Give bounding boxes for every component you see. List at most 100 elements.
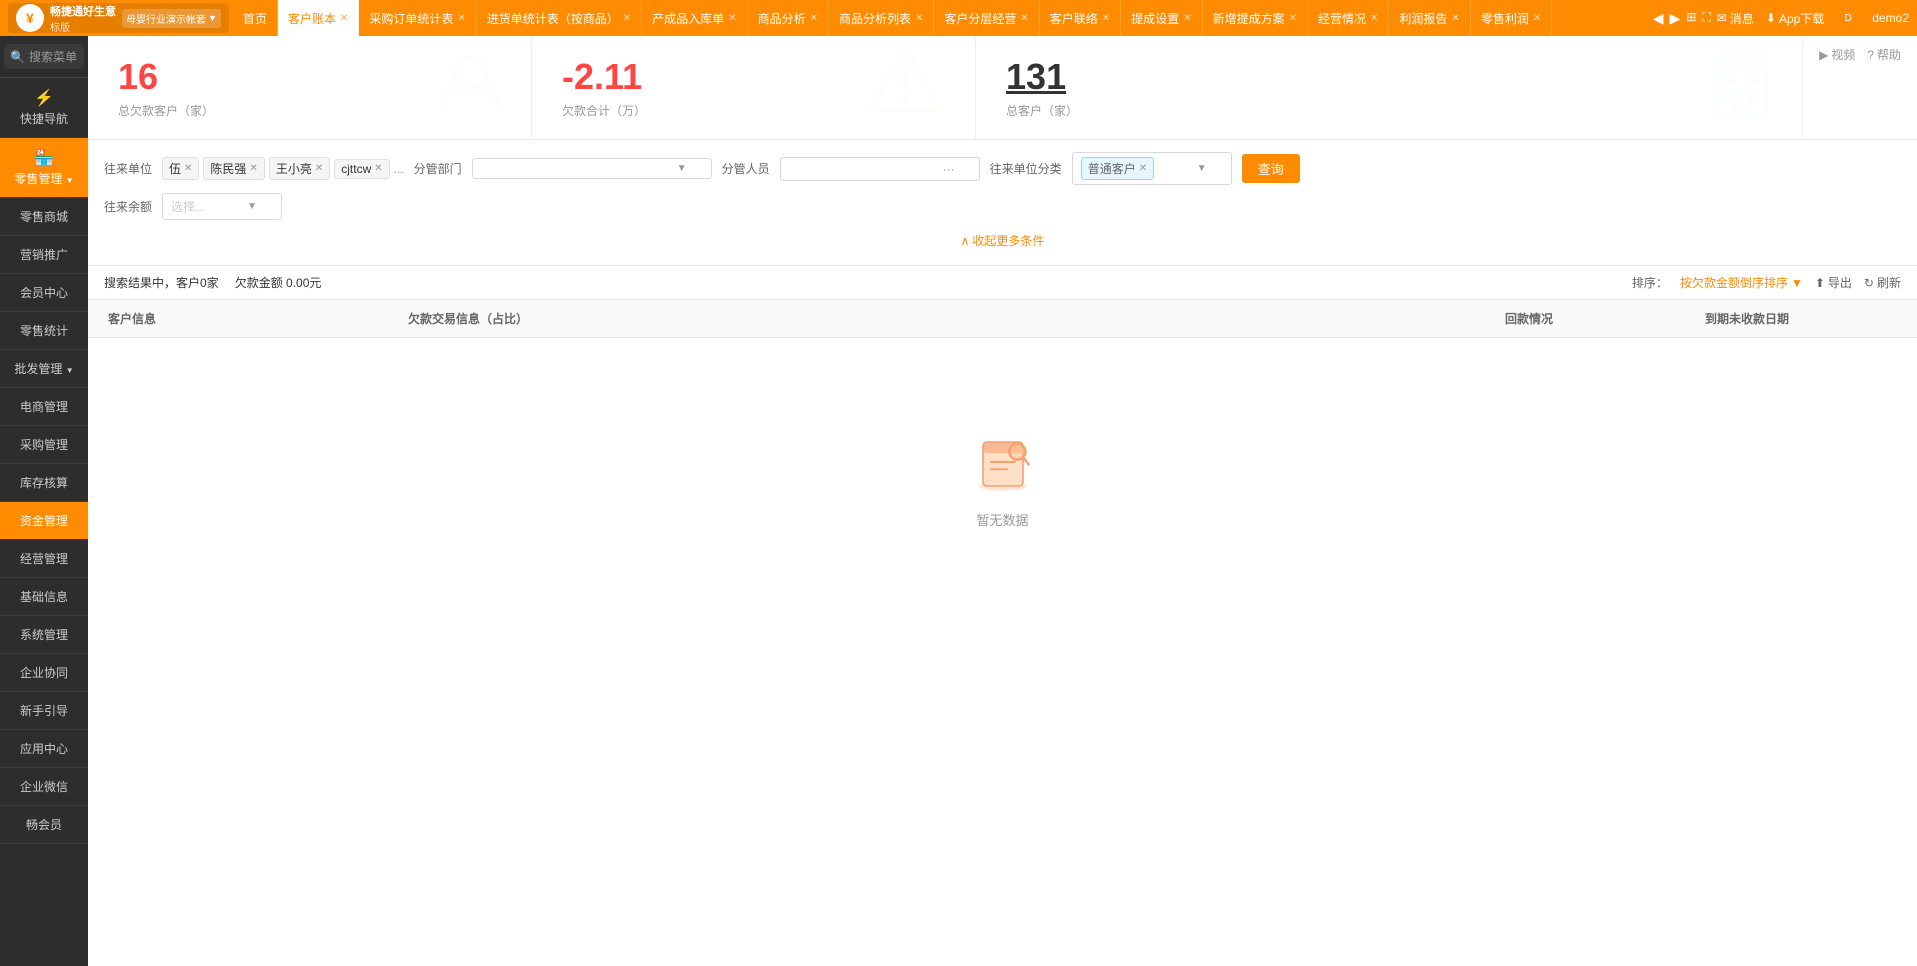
tab-goods-stats[interactable]: 进货单统计表（按商品） ✕ [477, 0, 642, 36]
sidebar-item-chang-member[interactable]: 畅会员 [0, 806, 88, 844]
logo-area[interactable]: ¥ 畅捷通好生意 标版 母婴行业演示帐套 ▼ [8, 3, 229, 33]
account-dropdown[interactable]: 母婴行业演示帐套 ▼ [122, 9, 221, 28]
content-area: 16 总欠款客户（家） -2.11 欠款合计（万） [88, 36, 1917, 966]
nav-next-icon[interactable]: ▶ [1668, 10, 1683, 27]
tab-close-icon[interactable]: ✕ [1289, 13, 1297, 24]
message-icon: ✉ [1717, 11, 1727, 25]
tab-close-icon[interactable]: ✕ [1370, 13, 1378, 24]
filter-row-2: 往来余额 选择... ▼ [104, 193, 1901, 220]
tab-profit-report[interactable]: 利润报告 ✕ [1389, 0, 1470, 36]
tab-retail-profit[interactable]: 零售利润 ✕ [1471, 0, 1552, 36]
avatar[interactable]: D [1836, 6, 1860, 30]
sidebar-item-enterprise-wechat[interactable]: 企业微信 [0, 768, 88, 806]
logo-icon: ¥ [16, 4, 44, 32]
tab-close-icon[interactable]: ✕ [1533, 13, 1541, 24]
collapse-button[interactable]: ∧ 收起更多条件 [961, 232, 1045, 249]
tab-customer-contact[interactable]: 客户联络 ✕ [1040, 0, 1121, 36]
balance-select[interactable]: 选择... ▼ [162, 193, 282, 220]
query-button[interactable]: 查询 [1242, 154, 1300, 183]
sidebar-item-retail-mall[interactable]: 零售商城 [0, 198, 88, 236]
collapse-row: ∧ 收起更多条件 [104, 228, 1901, 253]
sidebar-item-inventory[interactable]: 库存核算 [0, 464, 88, 502]
sidebar-item-quick-nav[interactable]: ⚡ 快捷导航 [0, 78, 88, 138]
refresh-icon: ↻ [1864, 276, 1874, 290]
tab-close-icon[interactable]: ✕ [810, 13, 818, 24]
stat-card-total-customers: 131 总客户（家） [976, 36, 1803, 139]
tab-close-icon[interactable]: ✕ [1020, 13, 1028, 24]
tab-operations[interactable]: 经营情况 ✕ [1308, 0, 1389, 36]
sort-arrow-icon: ▼ [1791, 276, 1803, 290]
tag-close-cjttcw[interactable]: ✕ [374, 163, 382, 174]
refresh-button[interactable]: ↻ 刷新 [1864, 274, 1901, 291]
tag-close-chen[interactable]: ✕ [249, 163, 257, 174]
stat-number-customers: 16 [118, 56, 158, 98]
sidebar-item-enterprise-collab[interactable]: 企业协同 [0, 654, 88, 692]
top-navbar: ¥ 畅捷通好生意 标版 母婴行业演示帐套 ▼ 首页 客户账本 ✕ 采购订单统计表… [0, 0, 1917, 36]
stats-banner: 16 总欠款客户（家） -2.11 欠款合计（万） [88, 36, 1917, 140]
tab-close-icon[interactable]: ✕ [915, 13, 923, 24]
filter-area: 往来单位 伍 ✕ 陈民强 ✕ 王小亮 ✕ cjttcw [88, 140, 1917, 266]
tab-customer-ledger[interactable]: 客户账本 ✕ [278, 0, 359, 36]
sidebar-item-operations[interactable]: 经营管理 [0, 540, 88, 578]
search-menu-button[interactable]: 🔍 搜索菜单 [4, 44, 84, 69]
debt-bg-icon [865, 41, 945, 135]
tab-close-icon[interactable]: ✕ [457, 13, 465, 24]
sidebar-item-purchase[interactable]: 采购管理 [0, 426, 88, 464]
nav-fullscreen-icon[interactable]: ⛶ [1700, 10, 1712, 27]
nav-expand-icon[interactable]: ⊞ [1684, 10, 1698, 27]
dropdown-arrow-icon: ▼ [208, 13, 217, 23]
sidebar-item-member[interactable]: 会员中心 [0, 274, 88, 312]
person-label: 分管人员 [722, 160, 770, 177]
category-select[interactable]: 普通客户 ✕ ▼ [1072, 152, 1232, 185]
search-result-label: 搜索结果中，客户0家 [104, 274, 219, 291]
download-icon: ⬇ [1766, 11, 1776, 25]
help-link[interactable]: ? 帮助 [1867, 46, 1901, 63]
filter-tag-cjttcw: cjttcw ✕ [334, 159, 389, 179]
message-button[interactable]: ✉ 消息 [1717, 10, 1754, 27]
top-right-area: ✉ 消息 ⬇ App下载 D demo2 [1717, 6, 1909, 30]
tab-close-icon[interactable]: ✕ [1102, 13, 1110, 24]
nav-tabs-area: 首页 客户账本 ✕ 采购订单统计表 ✕ 进货单统计表（按商品） ✕ 产成品入库单… [233, 0, 1647, 36]
debt-amount-label: 欠款金额 0.00元 [235, 274, 322, 291]
tab-customer-tier[interactable]: 客户分层经营 ✕ [934, 0, 1039, 36]
sidebar-item-basic-info[interactable]: 基础信息 [0, 578, 88, 616]
tab-commission-settings[interactable]: 提成设置 ✕ [1121, 0, 1202, 36]
tab-close-icon[interactable]: ✕ [623, 13, 631, 24]
chevron-down-icon: ▼ [66, 176, 74, 185]
sidebar-item-wholesale[interactable]: 批发管理 ▼ [0, 350, 88, 388]
tab-purchase-order-stats[interactable]: 采购订单统计表 ✕ [359, 0, 476, 36]
sidebar-item-retail-stats[interactable]: 零售统计 [0, 312, 88, 350]
export-button[interactable]: ⬆ 导出 [1815, 274, 1852, 291]
branch-dept-select[interactable]: ▼ [472, 158, 712, 179]
stat-label-customers: 总欠款客户（家） [118, 102, 214, 119]
tab-goods-analysis-list[interactable]: 商品分析列表 ✕ [829, 0, 934, 36]
tag-close-wu[interactable]: ✕ [184, 163, 192, 174]
sort-select[interactable]: 按欠款金额倒序排序 ▼ [1680, 274, 1803, 291]
tab-new-commission[interactable]: 新增提成方案 ✕ [1203, 0, 1308, 36]
col-customer-info: 客户信息 [104, 310, 404, 327]
tab-goods-analysis[interactable]: 商品分析 ✕ [748, 0, 829, 36]
result-bar: 搜索结果中，客户0家 欠款金额 0.00元 排序： 按欠款金额倒序排序 ▼ ⬆ … [88, 266, 1917, 300]
tag-close-wang[interactable]: ✕ [315, 163, 323, 174]
tab-production-inbound[interactable]: 产成品入库单 ✕ [642, 0, 747, 36]
sidebar-item-retail[interactable]: 🏪 零售管理 ▼ [0, 138, 88, 198]
sidebar-item-ecommerce[interactable]: 电商管理 [0, 388, 88, 426]
sidebar-item-system[interactable]: 系统管理 [0, 616, 88, 654]
tab-close-icon[interactable]: ✕ [340, 13, 348, 24]
sidebar-item-app-center[interactable]: 应用中心 [0, 730, 88, 768]
sidebar-item-finance[interactable]: 资金管理 [0, 502, 88, 540]
nav-prev-icon[interactable]: ◀ [1651, 10, 1666, 27]
category-tag-close[interactable]: ✕ [1139, 163, 1147, 174]
sidebar-item-marketing[interactable]: 营销推广 [0, 236, 88, 274]
tab-home[interactable]: 首页 [233, 0, 278, 36]
filter-more-button[interactable]: ... [394, 162, 404, 176]
sidebar-top: 🔍 搜索菜单 [0, 36, 88, 78]
tab-close-icon[interactable]: ✕ [728, 13, 736, 24]
stat-label-total: 总客户（家） [1006, 102, 1078, 119]
sidebar-item-beginner[interactable]: 新手引导 [0, 692, 88, 730]
video-link[interactable]: ▶ 视频 [1819, 46, 1855, 63]
tab-close-icon[interactable]: ✕ [1183, 13, 1191, 24]
tab-close-icon[interactable]: ✕ [1451, 13, 1459, 24]
app-download-button[interactable]: ⬇ App下载 [1766, 10, 1824, 27]
person-select[interactable]: ··· [780, 157, 980, 181]
